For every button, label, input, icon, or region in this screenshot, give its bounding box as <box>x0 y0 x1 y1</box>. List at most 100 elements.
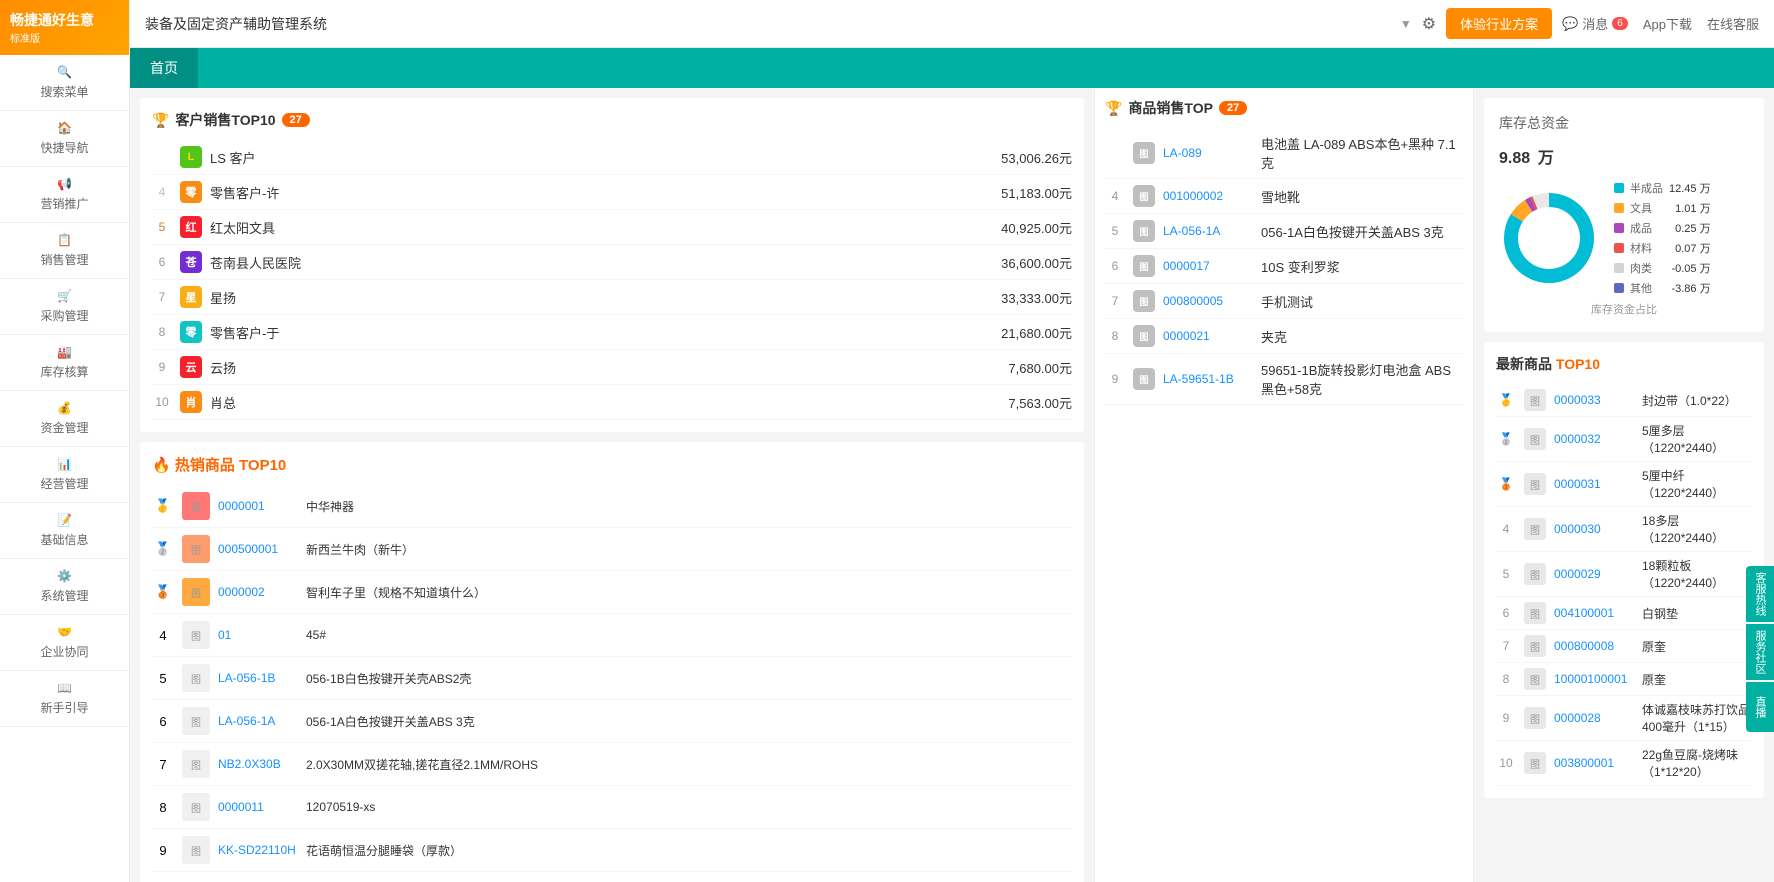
period-badge: 27 <box>282 113 310 127</box>
hot-code: 0000011 <box>218 800 298 814</box>
customer-ranking-title: 🏆 客户销售TOP10 27 <box>152 110 1072 130</box>
new-name: 18多层（1220*2440） <box>1642 512 1752 546</box>
new-rank: 10 <box>1496 756 1516 770</box>
new-rank: 8 <box>1496 672 1516 686</box>
message-icon: 💬 <box>1562 16 1578 32</box>
dropdown-chevron-icon[interactable]: ▼ <box>1400 17 1412 31</box>
trial-button[interactable]: 体验行业方案 <box>1446 8 1552 39</box>
message-badge: 6 <box>1612 17 1628 30</box>
hot-img: 图 <box>182 578 210 606</box>
rank-amount: 40,925.00元 <box>1001 218 1072 237</box>
rank-item: 图 LA-089 电池盖 LA-089 ABS本色+黑种 7.1克 <box>1105 128 1463 179</box>
goods-ranking-card: 🏆 商品销售TOP 27 图 LA-089 电池盖 LA-089 ABS本色+黑… <box>1105 98 1463 405</box>
sidebar-label: 快捷导航 <box>40 139 88 156</box>
hot-item: 7 图 NB2.0X30B 2.0X30MM双搓花轴,搓花直径2.1MM/ROH… <box>152 743 1072 786</box>
sidebar-item-base[interactable]: 📝 基础信息 <box>0 503 129 559</box>
new-rank: 4 <box>1496 522 1516 536</box>
online-service[interactable]: 在线客服 <box>1707 14 1759 33</box>
hot-rank: 6 <box>152 714 174 729</box>
new-name: 5厘多层（1220*2440） <box>1642 422 1752 456</box>
hot-item: 🥈 图 000500001 新西兰牛肉（新牛） <box>152 528 1072 571</box>
legend-dot <box>1614 223 1624 233</box>
inventory-card: 库存总资金 9.88 万 <box>1484 98 1764 332</box>
sidebar-item-purchase[interactable]: 🛒 采购管理 <box>0 279 129 335</box>
rank-name: LS 客户 <box>210 148 993 167</box>
sidebar-item-operations[interactable]: 📊 经营管理 <box>0 447 129 503</box>
new-name: 18颗粒板（1220*2440） <box>1642 557 1752 591</box>
rank-item: 8 零 零售客户-于 21,680.00元 <box>152 315 1072 350</box>
goods-name: 59651-1B旋转投影灯电池盒 ABS黑色+58克 <box>1261 360 1463 398</box>
hot-code: LA-056-1B <box>218 671 298 685</box>
new-code: 0000028 <box>1554 711 1634 725</box>
new-rank: 7 <box>1496 639 1516 653</box>
tab-home[interactable]: 首页 <box>130 48 198 88</box>
inventory-amount: 9.88 万 <box>1499 138 1749 170</box>
sidebar-logo: 畅捷通好生意 标准版 <box>0 0 129 55</box>
new-code: 0000031 <box>1554 477 1634 491</box>
cs-hotline-button[interactable]: 客服热线 <box>1746 566 1774 622</box>
rank-name: 云扬 <box>210 358 1000 377</box>
sidebar-item-quick-nav[interactable]: 🏠 快捷导航 <box>0 111 129 167</box>
new-icon: 图 <box>1524 602 1546 624</box>
new-name: 体诚嘉枝味苏打饮品400毫升（1*15） <box>1642 701 1752 735</box>
rank-badge: 图 <box>1133 325 1155 347</box>
inventory-unit: 万 <box>1538 150 1554 167</box>
rank-num: 4 <box>1105 189 1125 203</box>
new-item: 6 图 004100001 白钢垫 <box>1496 597 1752 630</box>
trophy-icon: 🏆 <box>1105 100 1122 117</box>
cs-community-button[interactable]: 服务社区 <box>1746 624 1774 680</box>
rank-badge: 苍 <box>180 251 202 273</box>
hot-name: 2.0X30MM双搓花轴,搓花直径2.1MM/ROHS <box>306 756 1072 773</box>
cs-live-button[interactable]: 直播 <box>1746 682 1774 732</box>
sidebar-item-finance[interactable]: 💰 资金管理 <box>0 391 129 447</box>
sidebar-label: 基础信息 <box>40 531 88 548</box>
customer-ranking-card: 🏆 客户销售TOP10 27 L LS 客户 53,006.26元 4 零 零售… <box>140 98 1084 432</box>
goods-code: LA-59651-1B <box>1163 372 1253 386</box>
sidebar-item-newbie[interactable]: 📖 新手引导 <box>0 671 129 727</box>
sidebar-item-enterprise[interactable]: 🤝 企业协同 <box>0 615 129 671</box>
legend-item-meat: 肉类 -0.05 万 <box>1614 260 1711 276</box>
inventory-icon: 🏭 <box>57 345 72 359</box>
hot-name: 12070519-xs <box>306 800 1072 814</box>
new-code: 003800001 <box>1554 756 1634 770</box>
app-download[interactable]: App下载 <box>1643 14 1692 33</box>
hot-rank: 4 <box>152 628 174 643</box>
finance-icon: 💰 <box>57 401 72 415</box>
sidebar-label: 搜索菜单 <box>40 83 88 100</box>
goods-name: 夹克 <box>1261 327 1463 346</box>
sidebar-item-system[interactable]: ⚙️ 系统管理 <box>0 559 129 615</box>
goods-code: 0000017 <box>1163 259 1253 273</box>
goods-code: LA-056-1A <box>1163 224 1253 238</box>
hot-rank: 8 <box>152 800 174 815</box>
settings-gear-icon[interactable]: ⚙ <box>1422 14 1436 34</box>
system-name: 装备及固定资产辅助管理系统 <box>145 14 1390 34</box>
hot-products-section: 🔥 热销商品 TOP10 🥇 图 0000001 中华神器 🥈 图 000500… <box>140 442 1084 882</box>
hot-img: 图 <box>182 793 210 821</box>
rank-num: 7 <box>1105 294 1125 308</box>
hot-name: 智利车子里（规格不知道填什么） <box>306 584 1072 601</box>
sidebar-item-search-menu[interactable]: 🔍 搜索菜单 <box>0 55 129 111</box>
rank-num: 5 <box>152 220 172 234</box>
sidebar-label: 销售管理 <box>40 251 88 268</box>
new-rank: 9 <box>1496 711 1516 725</box>
goods-name: 电池盖 LA-089 ABS本色+黑种 7.1克 <box>1261 134 1463 172</box>
hot-code: 0000001 <box>218 499 298 513</box>
hot-name: 花语萌恒温分腿睡袋（厚款） <box>306 842 1072 859</box>
hot-img: 图 <box>182 707 210 735</box>
newbie-icon: 📖 <box>57 681 72 695</box>
hot-item: 9 图 KK-SD22110H 花语萌恒温分腿睡袋（厚款） <box>152 829 1072 872</box>
rank-amount: 51,183.00元 <box>1001 183 1072 202</box>
hot-rank: 7 <box>152 757 174 772</box>
legend-value: -0.05 万 <box>1671 260 1710 276</box>
sidebar-item-marketing[interactable]: 📢 营销推广 <box>0 167 129 223</box>
legend-item-stationery: 文具 1.01 万 <box>1614 200 1711 216</box>
hot-rank: 🥈 <box>152 541 174 557</box>
message-area[interactable]: 💬 消息 6 <box>1562 14 1628 33</box>
marketing-icon: 📢 <box>57 177 72 191</box>
sidebar-item-inventory[interactable]: 🏭 库存核算 <box>0 335 129 391</box>
new-name: 封边带（1.0*22） <box>1642 392 1752 409</box>
rank-num: 9 <box>1105 372 1125 386</box>
new-code: 004100001 <box>1554 606 1634 620</box>
sidebar-item-sales[interactable]: 📋 销售管理 <box>0 223 129 279</box>
tab-nav: 首页 <box>130 48 1774 88</box>
